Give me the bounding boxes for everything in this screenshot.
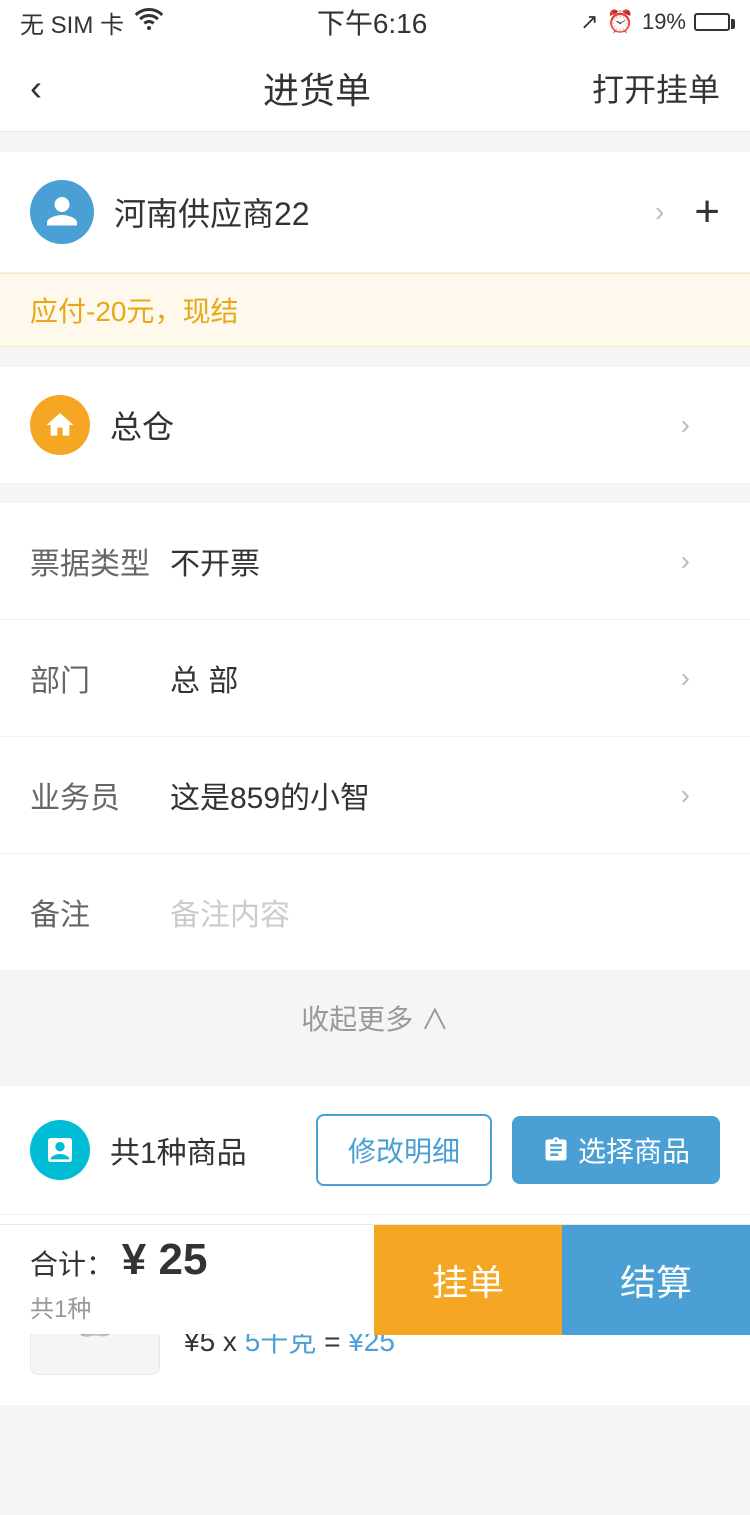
warehouse-name: 总仓 (110, 402, 681, 448)
battery-label: 19% (642, 9, 686, 35)
invoice-label: 票据类型 (30, 539, 170, 583)
department-label: 部门 (30, 656, 170, 700)
battery-icon (694, 13, 730, 31)
form-section: 票据类型 不开票 › 部门 总 部 › 业务员 这是859的小智 › 备注 备注… (0, 503, 750, 970)
supplier-alert: 应付-20元，现结 (0, 273, 750, 347)
status-bar: 无 SIM 卡 下午6:16 ↗ ⏰ 19% (0, 0, 750, 44)
page-title: 进货单 (263, 62, 371, 114)
total-amount: ¥ 25 (122, 1235, 208, 1284)
department-chevron-icon: › (681, 662, 690, 694)
warehouse-icon (30, 395, 90, 455)
salesman-row[interactable]: 业务员 这是859的小智 › (0, 737, 750, 854)
edit-details-button[interactable]: 修改明细 (316, 1114, 492, 1186)
status-right: ↗ ⏰ 19% (580, 9, 730, 35)
checkout-button[interactable]: 结算 (562, 1225, 750, 1335)
alarm-icon: ⏰ (607, 9, 634, 35)
total-area: 合计： ¥ 25 共1种 (0, 1235, 374, 1324)
status-left: 无 SIM 卡 (20, 5, 164, 40)
salesman-chevron-icon: › (681, 779, 690, 811)
carrier-label: 无 SIM 卡 (20, 5, 124, 40)
invoice-value: 不开票 (170, 539, 681, 583)
wifi-icon (134, 8, 164, 37)
status-time: 下午6:16 (317, 2, 428, 42)
department-value: 总 部 (170, 656, 681, 700)
back-button[interactable]: ‹ (30, 67, 42, 109)
salesman-label: 业务员 (30, 773, 170, 817)
supplier-row[interactable]: 河南供应商22 › + (0, 152, 750, 273)
invoice-row[interactable]: 票据类型 不开票 › (0, 503, 750, 620)
supplier-name: 河南供应商22 (114, 189, 655, 235)
collapse-bar[interactable]: 收起更多 ∧ (0, 970, 750, 1066)
supplier-chevron-icon: › (655, 196, 664, 228)
location-icon: ↗ (580, 9, 598, 35)
bottom-bar: 合计： ¥ 25 共1种 挂单 结算 (0, 1224, 750, 1334)
total-row: 合计： ¥ 25 (30, 1235, 344, 1285)
department-row[interactable]: 部门 总 部 › (0, 620, 750, 737)
select-product-label: 选择商品 (578, 1130, 690, 1170)
supplier-avatar (30, 180, 94, 244)
add-supplier-button[interactable]: + (694, 190, 720, 234)
products-header: 共1种商品 修改明细 选择商品 (0, 1086, 750, 1215)
open-pending-button[interactable]: 打开挂单 (592, 65, 720, 111)
remark-row[interactable]: 备注 备注内容 (0, 854, 750, 970)
salesman-value: 这是859的小智 (170, 773, 681, 817)
products-count: 共1种商品 (110, 1128, 316, 1172)
select-product-button[interactable]: 选择商品 (512, 1116, 720, 1184)
supplier-section: 河南供应商22 › + 应付-20元，现结 (0, 152, 750, 347)
products-icon (30, 1120, 90, 1180)
suspend-button[interactable]: 挂单 (374, 1225, 562, 1335)
total-count: 共1种 (30, 1289, 344, 1324)
nav-bar: ‹ 进货单 打开挂单 (0, 44, 750, 132)
warehouse-section[interactable]: 总仓 › (0, 367, 750, 483)
remark-value: 备注内容 (170, 890, 720, 934)
remark-label: 备注 (30, 890, 170, 934)
invoice-chevron-icon: › (681, 545, 690, 577)
warehouse-chevron-icon: › (681, 409, 690, 441)
total-label: 合计： (30, 1249, 114, 1280)
